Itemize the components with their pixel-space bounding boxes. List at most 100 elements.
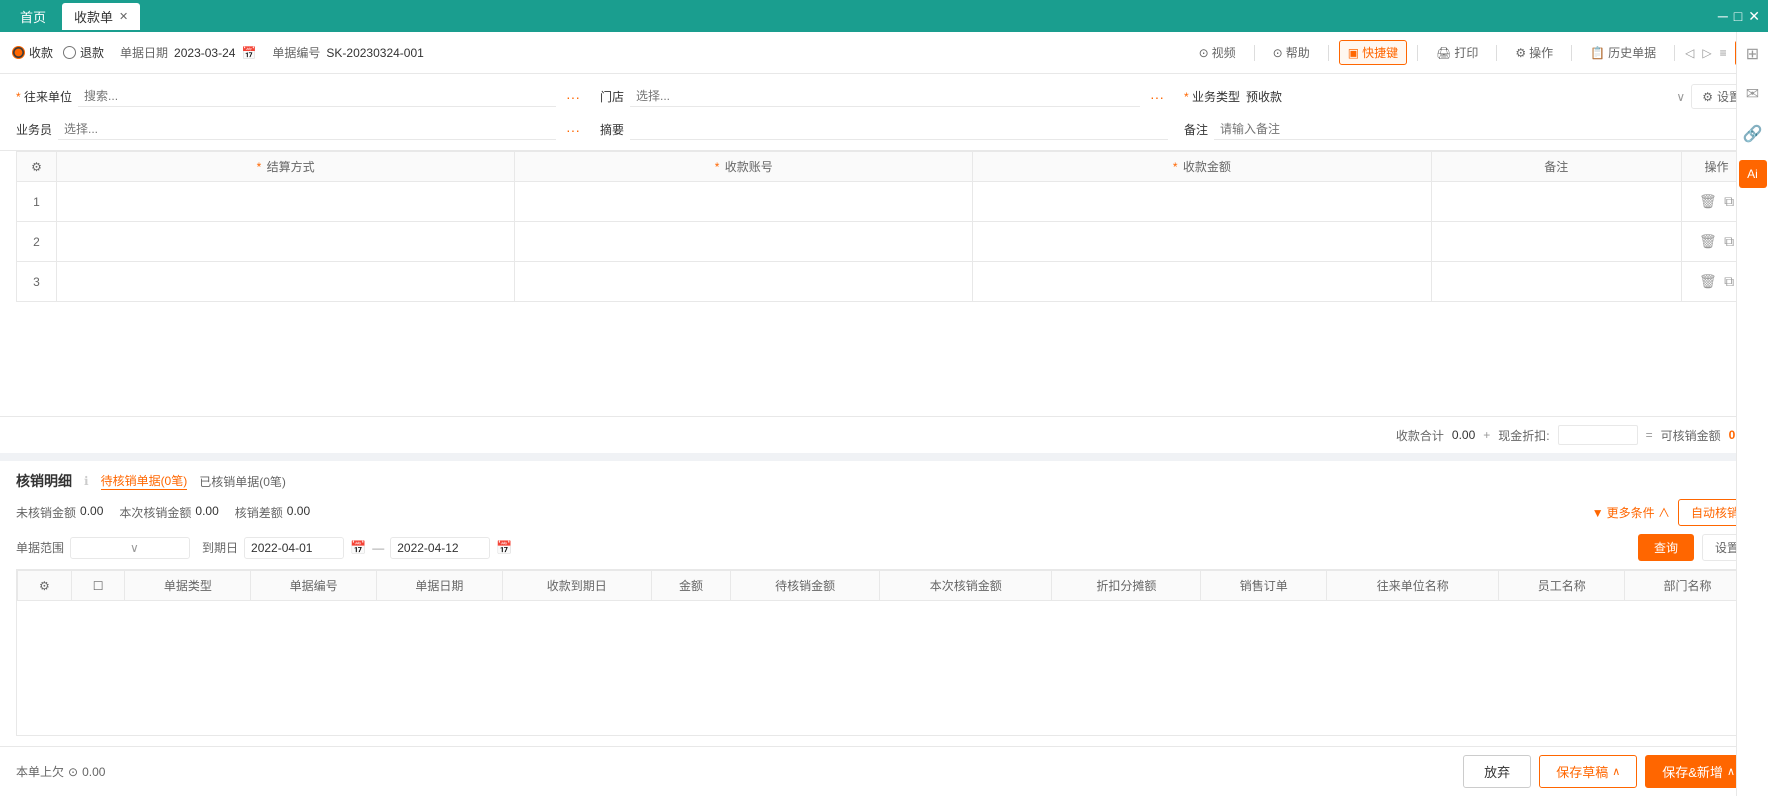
table-settings-icon[interactable]: ⚙ bbox=[31, 160, 42, 174]
verify-info-icon[interactable]: ℹ bbox=[84, 474, 89, 488]
store-input[interactable] bbox=[630, 86, 1140, 107]
account-cell[interactable] bbox=[515, 222, 973, 262]
salesperson-input[interactable] bbox=[58, 119, 556, 140]
counterparty-field: 往来单位 ··· bbox=[16, 86, 584, 107]
history-icon: 📋 bbox=[1590, 46, 1605, 60]
amount-cell[interactable] bbox=[973, 182, 1431, 222]
more-conditions-btn[interactable]: ▼ 更多条件 ∧ bbox=[1592, 504, 1670, 521]
close-tab-icon[interactable]: ✕ bbox=[119, 10, 128, 23]
window-controls: ─ □ ✕ bbox=[1718, 8, 1760, 25]
history-label: 历史单据 bbox=[1608, 44, 1656, 61]
sub-col-settings[interactable]: ⚙ bbox=[18, 571, 72, 601]
salesperson-field: 业务员 ··· bbox=[16, 119, 584, 140]
counterparty-input[interactable] bbox=[78, 86, 556, 107]
print-btn[interactable]: 🖨 打印 bbox=[1428, 41, 1486, 64]
help-btn[interactable]: ⊙ 帮助 bbox=[1265, 41, 1318, 64]
tab-receipt[interactable]: 收款单 ✕ bbox=[62, 3, 140, 30]
counterparty-more-btn[interactable]: ··· bbox=[562, 89, 584, 105]
remark-input[interactable] bbox=[1214, 119, 1752, 140]
sub-col-bill-date: 单据日期 bbox=[377, 571, 503, 601]
bill-date-field: 单据日期 2023-03-24 📅 bbox=[120, 44, 256, 61]
tab-home[interactable]: 首页 bbox=[8, 3, 58, 30]
store-more-btn[interactable]: ··· bbox=[1146, 89, 1168, 105]
col-remark: 备注 bbox=[1431, 152, 1681, 182]
help-icon: ⊙ bbox=[1273, 46, 1283, 60]
operation-btn[interactable]: ⚙ 操作 bbox=[1507, 41, 1561, 64]
minimize-icon[interactable]: ─ bbox=[1718, 8, 1728, 25]
sidebar-table-icon[interactable]: ⊞ bbox=[1742, 40, 1763, 68]
stat-diff-value: 0.00 bbox=[287, 504, 310, 521]
nav-list-icon[interactable]: ≡ bbox=[1720, 46, 1727, 60]
radio-receipt-input[interactable] bbox=[12, 46, 25, 59]
settlement-cell[interactable] bbox=[57, 222, 515, 262]
sub-col-dept: 部门名称 bbox=[1625, 571, 1751, 601]
bottom-actions: 放弃 保存草稿 ∧ 保存&新增 ∧ bbox=[1463, 755, 1752, 788]
due-date-to[interactable] bbox=[390, 537, 490, 559]
tab-done[interactable]: 已核销单据(0笔) bbox=[199, 473, 286, 490]
nav-prev-icon[interactable]: ◁ bbox=[1685, 46, 1694, 60]
account-cell[interactable] bbox=[515, 262, 973, 302]
save-new-label: 保存&新增 bbox=[1662, 762, 1723, 781]
eq-sign: = bbox=[1646, 428, 1653, 442]
sidebar-ai-icon[interactable]: Ai bbox=[1739, 160, 1767, 188]
stat-diff: 核销差额 0.00 bbox=[235, 504, 310, 521]
sub-col-counterparty: 往来单位名称 bbox=[1327, 571, 1499, 601]
copy-icon[interactable]: ⧉ bbox=[1724, 193, 1734, 209]
settlement-cell[interactable] bbox=[57, 262, 515, 302]
save-draft-btn[interactable]: 保存草稿 ∧ bbox=[1539, 755, 1637, 788]
stat-uncancelled-value: 0.00 bbox=[80, 504, 103, 521]
settlement-cell[interactable] bbox=[57, 182, 515, 222]
radio-refund[interactable]: 退款 bbox=[63, 44, 104, 61]
account-cell[interactable] bbox=[515, 182, 973, 222]
shortcut-btn[interactable]: ▣ 快捷键 bbox=[1339, 40, 1407, 65]
bill-no-value: SK-20230324-001 bbox=[326, 46, 423, 60]
save-draft-chevron: ∧ bbox=[1612, 765, 1620, 778]
range-select[interactable]: ∨ bbox=[70, 537, 190, 559]
remark-cell[interactable] bbox=[1431, 262, 1681, 302]
sub-col-checkbox[interactable]: ☐ bbox=[71, 571, 125, 601]
calendar-icon[interactable]: 📅 bbox=[241, 46, 256, 60]
bottom-info-icon[interactable]: ⊙ bbox=[68, 765, 78, 779]
salesperson-more-btn[interactable]: ··· bbox=[562, 122, 584, 138]
radio-refund-input[interactable] bbox=[63, 46, 76, 59]
delete-icon[interactable]: 🗑 bbox=[1699, 273, 1717, 289]
maximize-icon[interactable]: □ bbox=[1734, 8, 1742, 25]
sidebar-link-icon[interactable]: 🔗 bbox=[1739, 120, 1767, 148]
close-window-icon[interactable]: ✕ bbox=[1748, 8, 1760, 25]
discount-label: 现金折扣: bbox=[1498, 427, 1549, 444]
copy-icon[interactable]: ⧉ bbox=[1724, 233, 1734, 249]
delete-icon[interactable]: 🗑 bbox=[1699, 193, 1717, 209]
nav-next-icon[interactable]: ▷ bbox=[1702, 46, 1711, 60]
summary-input[interactable] bbox=[630, 119, 1168, 140]
col-settings[interactable]: ⚙ bbox=[17, 152, 57, 182]
copy-icon[interactable]: ⧉ bbox=[1724, 273, 1734, 289]
row-num: 1 bbox=[17, 182, 57, 222]
sub-col-type: 单据类型 bbox=[125, 571, 251, 601]
delete-icon[interactable]: 🗑 bbox=[1699, 233, 1717, 249]
business-type-dropdown-icon[interactable]: ∨ bbox=[1676, 90, 1685, 104]
remark-cell[interactable] bbox=[1431, 222, 1681, 262]
amount-cell[interactable] bbox=[973, 222, 1431, 262]
video-btn[interactable]: ⊙ 视频 bbox=[1191, 41, 1244, 64]
save-new-chevron: ∧ bbox=[1727, 765, 1735, 778]
cal-icon-left[interactable]: 📅 bbox=[350, 540, 366, 556]
tab-pending[interactable]: 待核销单据(0笔) bbox=[101, 472, 188, 490]
cal-icon-right[interactable]: 📅 bbox=[496, 540, 512, 556]
sub-col-receipt-due: 收款到期日 bbox=[502, 571, 651, 601]
receipt-table: ⚙ * 结算方式 * 收款账号 * 收款金额 备注 bbox=[16, 151, 1752, 302]
dash: — bbox=[372, 541, 384, 555]
query-btn[interactable]: 查询 bbox=[1638, 534, 1694, 561]
print-icon: 🖨 bbox=[1436, 46, 1451, 60]
payment-type-radio: 收款 退款 bbox=[12, 44, 104, 61]
history-btn[interactable]: 📋 历史单据 bbox=[1582, 41, 1664, 64]
shortcut-icon: ▣ bbox=[1348, 46, 1359, 60]
radio-receipt[interactable]: 收款 bbox=[12, 44, 53, 61]
stat-uncancelled: 未核销金额 0.00 bbox=[16, 504, 103, 521]
abandon-btn[interactable]: 放弃 bbox=[1463, 755, 1531, 788]
discount-input[interactable] bbox=[1558, 425, 1638, 445]
remark-cell[interactable] bbox=[1431, 182, 1681, 222]
tab-home-label: 首页 bbox=[20, 7, 46, 26]
due-date-from[interactable] bbox=[244, 537, 344, 559]
sidebar-mail-icon[interactable]: ✉ bbox=[1742, 80, 1763, 108]
amount-cell[interactable] bbox=[973, 262, 1431, 302]
